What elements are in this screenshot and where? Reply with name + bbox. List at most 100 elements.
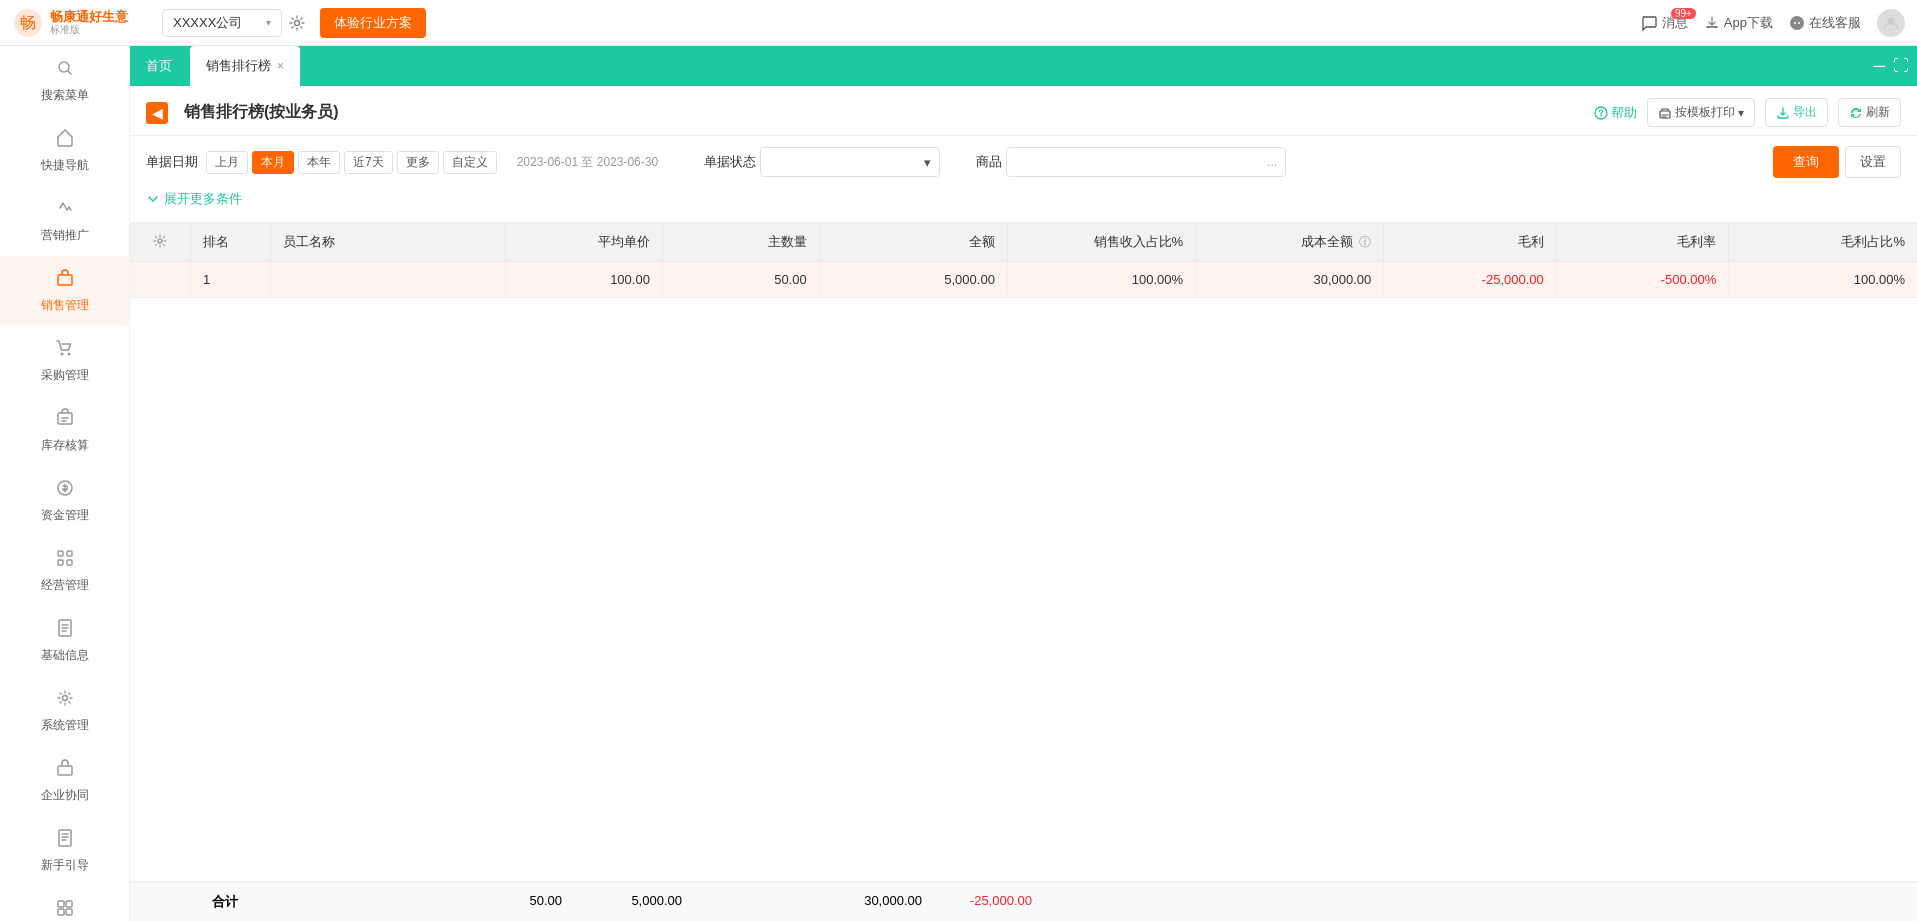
date-this-year[interactable]: 本年 [298,151,340,174]
sidebar-item-basic-info[interactable]: 基础信息 [0,606,129,676]
sidebar-item-marketing[interactable]: 营销推广 [0,186,129,256]
sidebar-item-purchase[interactable]: 采购管理 [0,326,129,396]
help-button[interactable]: 帮助 [1594,104,1637,122]
logo-area: 畅 畅康通好生意 标准版 [12,7,128,39]
inventory-icon [55,408,75,433]
sidebar-item-finance[interactable]: 资金管理 [0,466,129,536]
print-dropdown-icon[interactable]: ▾ [1738,106,1744,120]
footer-qty: 50.00 [462,893,562,911]
system-icon [55,688,75,713]
sidebar: 搜索菜单 快捷导航 营销推广 销售管理 采购管理 [0,46,130,921]
app-download-label: App下载 [1724,14,1773,32]
sidebar-item-guide[interactable]: 新手引导 [0,816,129,886]
tab-minimize-button[interactable]: ─ [1874,58,1885,74]
collapse-arrow-button[interactable]: ◀ [146,102,168,124]
status-dropdown-icon: ▾ [924,155,931,170]
expand-label: 展开更多条件 [164,190,242,208]
footer-gross: -25,000.00 [922,893,1032,911]
th-rank: 排名 [190,223,270,262]
status-select[interactable]: ▾ [760,147,940,177]
date-last-7days[interactable]: 近7天 [344,151,393,174]
date-range-text: 2023-06-01 至 2023-06-30 [517,154,658,171]
search-icon [55,58,75,83]
marketing-icon [55,198,75,223]
app-download-button[interactable]: App下载 [1704,14,1773,32]
cell-qty: 50.00 [662,262,819,298]
date-last-month[interactable]: 上月 [206,151,248,174]
sidebar-item-search-order[interactable]: 搜索菜单 [0,46,129,116]
page-header: ◀ 销售排行榜(按业务员) 帮助 按模板打印 ▾ 导出 [130,86,1917,136]
expand-more-button[interactable]: 展开更多条件 [146,186,242,212]
cell-settings [130,262,190,298]
sidebar-label-quick-nav: 快捷导航 [41,157,89,174]
export-label: 导出 [1793,104,1817,121]
page-title: 销售排行榜(按业务员) [184,102,339,123]
th-sales-pct: 销售收入占比% [1007,223,1195,262]
date-custom[interactable]: 自定义 [443,151,497,174]
svg-rect-17 [58,766,72,775]
tab-close-icon[interactable]: × [277,59,284,73]
cost-help-icon[interactable]: ⓘ [1359,235,1371,249]
sidebar-label-operation: 经营管理 [41,577,89,594]
svg-rect-22 [66,909,72,915]
trial-button[interactable]: 体验行业方案 [320,8,426,38]
filter-bar: 单据日期 上月 本月 本年 近7天 更多 自定义 2023-06-01 至 20… [130,136,1917,223]
th-gross: 毛利 [1384,223,1557,262]
template-print-button[interactable]: 按模板打印 ▾ [1647,98,1755,127]
logo-text: 畅康通好生意 标准版 [50,9,128,37]
date-more[interactable]: 更多 [397,151,439,174]
tab-maximize-button[interactable]: ⛶ [1893,58,1909,74]
sidebar-item-system[interactable]: 系统管理 [0,676,129,746]
sidebar-item-app-center[interactable]: 应用中心 [0,886,129,921]
goods-more-icon[interactable]: ... [1267,155,1277,169]
page-header-actions: 帮助 按模板打印 ▾ 导出 刷新 [1594,98,1901,127]
sidebar-label-purchase: 采购管理 [41,367,89,384]
print-icon [1658,106,1672,120]
date-quick-buttons: 上月 本月 本年 近7天 更多 自定义 [206,151,497,174]
table-header-row: 排名 员工名称 平均单价 主数量 全额 销售收入占比% 成本全额 ⓘ 毛利 毛利 [130,223,1917,262]
sidebar-item-enterprise[interactable]: 企业协同 [0,746,129,816]
svg-text:畅: 畅 [20,14,36,31]
sidebar-item-operation[interactable]: 经营管理 [0,536,129,606]
online-service-button[interactable]: 在线客服 [1789,14,1861,32]
cell-rank: 1 [190,262,270,298]
logo-main: 畅康通好生意 [50,9,128,25]
message-badge: 99+ [1671,8,1696,19]
settings-button[interactable]: 设置 [1845,146,1901,178]
top-bar: 畅 畅康通好生意 标准版 XXXXX公司 ▾ 体验行业方案 消息 99+ [0,0,1917,46]
message-button[interactable]: 消息 99+ [1640,14,1688,32]
footer-amount: 5,000.00 [562,893,682,911]
guide-icon [55,828,75,853]
th-avg-price: 平均单价 [506,223,663,262]
sidebar-item-sales[interactable]: 销售管理 [0,256,129,326]
svg-point-26 [158,239,162,243]
sidebar-label-guide: 新手引导 [41,857,89,874]
th-settings[interactable] [130,223,190,262]
query-button[interactable]: 查询 [1773,146,1839,178]
purchase-icon [55,338,75,363]
user-avatar[interactable] [1877,9,1905,37]
svg-point-7 [60,353,63,356]
sidebar-item-quick-nav[interactable]: 快捷导航 [0,116,129,186]
refresh-button[interactable]: 刷新 [1838,98,1901,127]
sidebar-label-enterprise: 企业协同 [41,787,89,804]
company-selector[interactable]: XXXXX公司 ▾ [162,9,282,37]
tab-home[interactable]: 首页 [130,46,188,86]
column-settings-icon [153,234,167,248]
th-gross-pct: 毛利占比% [1729,223,1917,262]
export-button[interactable]: 导出 [1765,98,1828,127]
date-this-month[interactable]: 本月 [252,151,294,174]
svg-rect-11 [58,551,63,556]
goods-input[interactable]: ... [1006,147,1286,177]
home-icon [55,128,75,153]
sales-icon [55,268,75,293]
th-gross-rate: 毛利率 [1556,223,1729,262]
table-row: 1 100.00 50.00 5,000.00 100.00% 30,000.0… [130,262,1917,298]
th-qty: 主数量 [662,223,819,262]
sidebar-item-inventory[interactable]: 库存核算 [0,396,129,466]
goods-label: 商品 [976,153,1002,171]
tab-sales-ranking[interactable]: 销售排行榜 × [190,46,300,86]
settings-icon-button[interactable] [282,8,312,38]
company-name: XXXXX公司 [173,14,262,32]
date-label: 单据日期 [146,153,198,171]
